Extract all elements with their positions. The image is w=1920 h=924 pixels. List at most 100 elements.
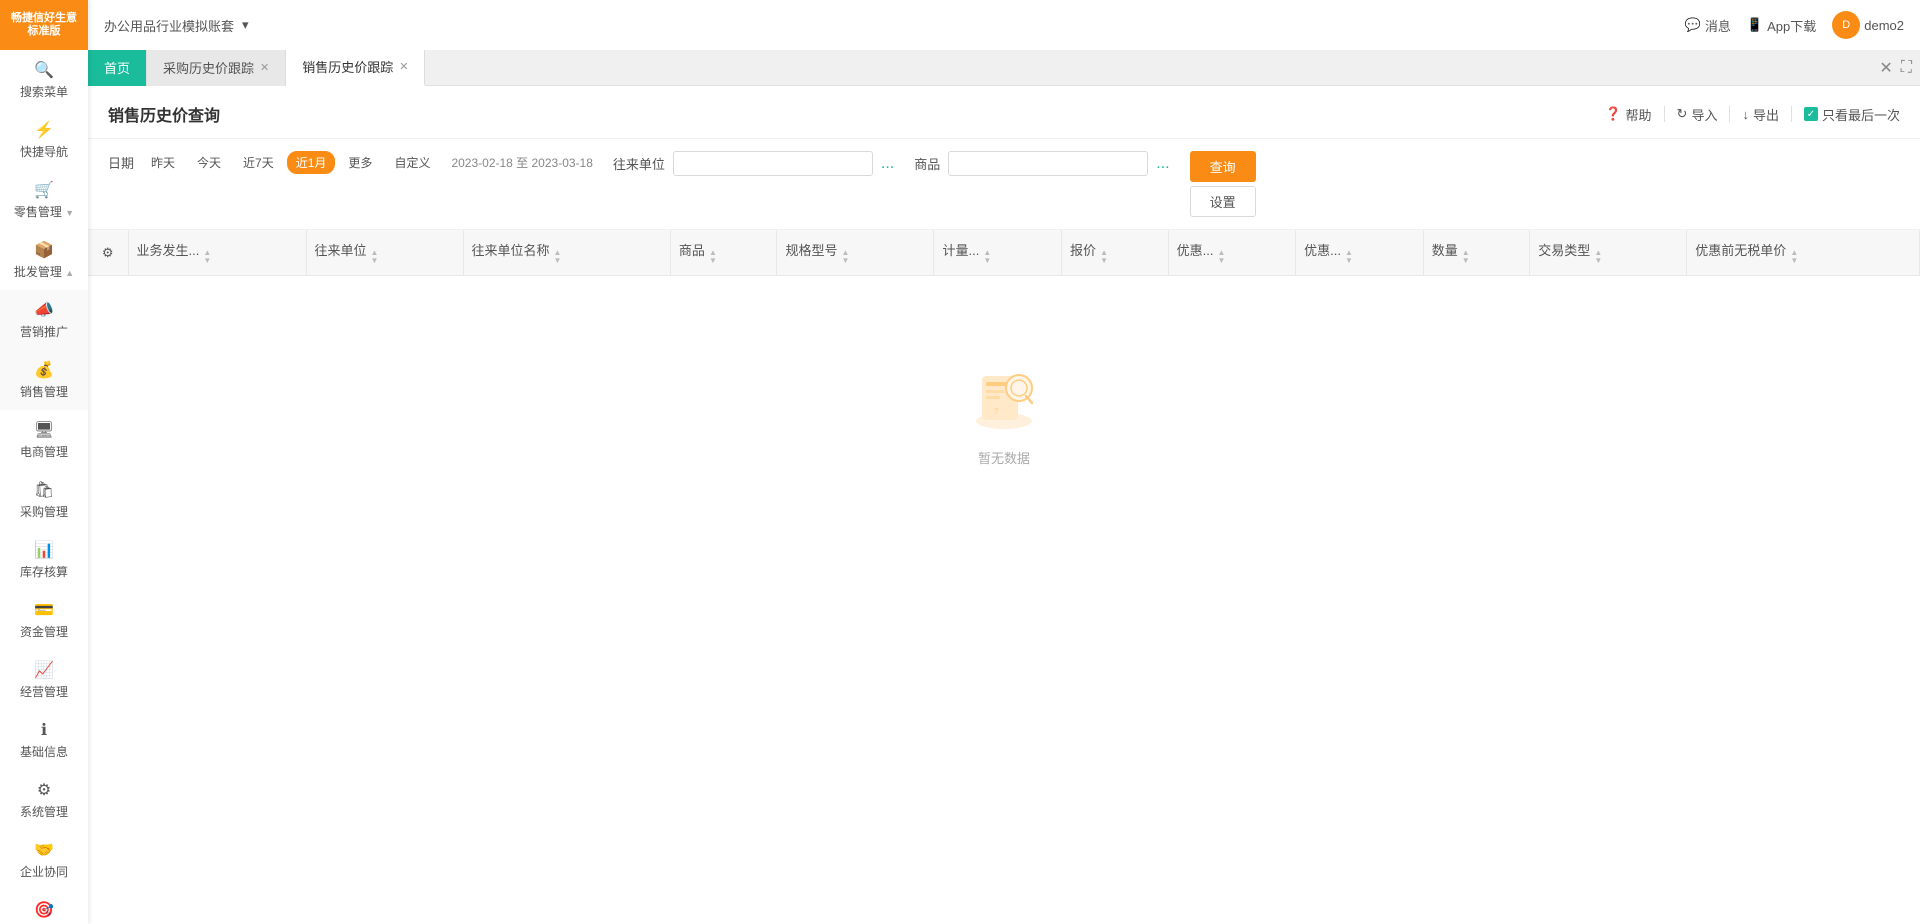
only-last-checkbox[interactable] — [1804, 107, 1818, 121]
sidebar-item-retail-mgmt[interactable]: 🛒零售管理 ▼ — [0, 170, 88, 230]
sidebar-item-operations[interactable]: 📈 经营管理 — [0, 650, 88, 710]
sidebar-icon-system: ⚙ — [37, 780, 51, 800]
tab-close-sales-history[interactable]: ✕ — [399, 60, 408, 73]
sidebar-icon-enterprise: 🤝 — [34, 840, 54, 860]
table-head: ⚙业务发生...▲▼往来单位▲▼往来单位名称▲▼商品▲▼规格型号▲▼计量...▲… — [88, 230, 1920, 276]
sidebar-label-system: 系统管理 — [20, 803, 68, 820]
goods-filter-label: 商品 — [914, 154, 940, 173]
empty-text: 暂无数据 — [978, 448, 1030, 467]
tab-sales-history[interactable]: 销售历史价跟踪✕ — [286, 50, 425, 86]
sidebar-item-sales-mgmt[interactable]: 💰销售管理 — [0, 350, 88, 410]
sidebar-item-ecommerce[interactable]: 🖥 电商管理 — [0, 410, 88, 470]
export-btn[interactable]: ↓ 导出 — [1742, 105, 1779, 124]
fullscreen-icon[interactable]: ⛶ — [1901, 59, 1912, 77]
sidebar-label-ecommerce: 电商管理 — [20, 443, 68, 460]
close-all-tabs-icon[interactable]: ✕ — [1879, 58, 1892, 78]
goods-select-icon[interactable]: ... — [1156, 155, 1169, 173]
sidebar-label-basic-info: 基础信息 — [20, 743, 68, 760]
table-area: ⚙业务发生...▲▼往来单位▲▼往来单位名称▲▼商品▲▼规格型号▲▼计量...▲… — [88, 230, 1920, 924]
empty-illustration: ? — [964, 356, 1044, 436]
sort-icon-goods[interactable]: ▲▼ — [709, 249, 717, 265]
sidebar-item-newbie[interactable]: 🎯新手引导 — [0, 890, 88, 924]
sort-icon-spec[interactable]: ▲▼ — [842, 249, 850, 265]
th-quantity: 数量▲▼ — [1423, 230, 1530, 276]
sort-icon-partner_code[interactable]: ▲▼ — [371, 249, 379, 265]
sidebar-item-basic-info[interactable]: ℹ基础信息 — [0, 710, 88, 770]
gear-icon[interactable]: ⚙ — [102, 245, 114, 260]
tab-purchase-history[interactable]: 采购历史价跟踪 ✕ — [147, 50, 286, 86]
sidebar-icon-quick-nav: ⚡ — [34, 120, 54, 140]
date-btn-今天[interactable]: 今天 — [188, 151, 230, 174]
sort-icon-partner_name[interactable]: ▲▼ — [554, 249, 562, 265]
action-buttons: 查询 设置 — [1190, 151, 1256, 217]
date-buttons: 昨天今天近7天近1月更多自定义 — [142, 151, 439, 174]
tab-close-purchase-history[interactable]: ✕ — [260, 61, 269, 74]
sidebar-item-quick-nav[interactable]: ⚡快捷导航 — [0, 110, 88, 170]
sidebar-icon-finance: 💳 — [34, 600, 54, 620]
th-discount1: 优惠...▲▼ — [1168, 230, 1296, 276]
sort-icon-discount1[interactable]: ▲▼ — [1217, 249, 1225, 265]
tabs-bar: 首页采购历史价跟踪✕销售历史价跟踪✕ ✕ ⛶ — [88, 50, 1920, 86]
sidebar-menu: 🔍 搜索菜单 ⚡快捷导航🛒零售管理 ▼📦批发管理 ▲📣营销推广💰销售管理 🖥 电商管理 🛍… — [0, 50, 88, 924]
sidebar-icon-purchase-mgmt: 🛍 — [34, 480, 54, 500]
sort-icon-trade_type[interactable]: ▲▼ — [1594, 249, 1602, 265]
sidebar-item-finance[interactable]: 💳资金管理 — [0, 590, 88, 650]
date-btn-更多[interactable]: 更多 — [339, 151, 381, 174]
sort-icon-biz_date[interactable]: ▲▼ — [203, 249, 211, 265]
date-btn-近7天[interactable]: 近7天 — [234, 151, 283, 174]
sidebar-item-search-menu[interactable]: 🔍 搜索菜单 — [0, 50, 88, 110]
sidebar-icon-ecommerce: 🖥 — [34, 420, 54, 440]
sidebar-item-purchase-mgmt[interactable]: 🛍采购管理 — [0, 470, 88, 530]
goods-input[interactable] — [948, 151, 1148, 176]
sidebar-icon-wholesale-mgmt: 📦 — [34, 240, 54, 260]
date-btn-自定义[interactable]: 自定义 — [385, 151, 439, 174]
date-range-display: 2023-02-18 至 2023-03-18 — [451, 154, 592, 171]
message-icon: 💬 — [1685, 17, 1701, 33]
only-last-checkbox-label[interactable]: 只看最后一次 — [1804, 105, 1900, 124]
topbar: 办公用品行业模拟账套 ▾ 💬 消息 📱 App下载 D demo2 — [88, 0, 1920, 50]
sidebar-item-marketing[interactable]: 📣营销推广 — [0, 290, 88, 350]
tab-label-purchase-history: 采购历史价跟踪 — [163, 58, 254, 77]
sort-icon-quote[interactable]: ▲▼ — [1100, 249, 1108, 265]
sidebar-icon-operations: 📈 — [34, 660, 54, 680]
help-btn[interactable]: ❓ 帮助 — [1605, 105, 1651, 124]
date-filter-label: 日期 — [108, 153, 134, 172]
th-discount2: 优惠...▲▼ — [1296, 230, 1424, 276]
import-btn[interactable]: ↻ 导入 — [1677, 105, 1718, 124]
sidebar-item-system[interactable]: ⚙ 系统管理 — [0, 770, 88, 830]
sort-icon-discount2[interactable]: ▲▼ — [1345, 249, 1353, 265]
sidebar-item-wholesale-mgmt[interactable]: 📦批发管理 ▲ — [0, 230, 88, 290]
sidebar-icon-newbie: 🎯 — [34, 900, 54, 920]
sidebar: 畅捷信好生意 标准版 🔍 搜索菜单 ⚡快捷导航🛒零售管理 ▼📦批发管理 ▲📣营销推广… — [0, 0, 88, 924]
tab-home[interactable]: 首页 — [88, 50, 147, 86]
page-actions: ❓ 帮助 ↻ 导入 ↓ 导出 只看最后一次 — [1605, 105, 1900, 124]
date-btn-昨天[interactable]: 昨天 — [142, 151, 184, 174]
message-btn[interactable]: 💬 消息 — [1685, 16, 1731, 35]
app-download-icon: 📱 — [1747, 17, 1763, 33]
th-trade_type: 交易类型▲▼ — [1530, 230, 1687, 276]
sort-icon-unit[interactable]: ▲▼ — [983, 249, 991, 265]
sidebar-label-search-menu: 搜索菜单 — [20, 83, 68, 100]
logo-text: 畅捷信好生意 标准版 — [11, 12, 77, 38]
partner-select-icon[interactable]: ... — [881, 155, 894, 173]
sidebar-label-enterprise: 企业协同 — [20, 863, 68, 880]
settings-button[interactable]: 设置 — [1190, 186, 1256, 217]
page-header: 销售历史价查询 ❓ 帮助 ↻ 导入 ↓ 导出 — [88, 86, 1920, 139]
sidebar-label-operations: 经营管理 — [20, 683, 68, 700]
query-button[interactable]: 查询 — [1190, 151, 1256, 182]
user-profile-btn[interactable]: D demo2 — [1832, 11, 1904, 39]
date-btn-近1月[interactable]: 近1月 — [287, 151, 336, 174]
sort-icon-pretax_price[interactable]: ▲▼ — [1790, 249, 1798, 265]
topbar-dropdown[interactable]: ▾ — [242, 17, 249, 33]
table-header-row: ⚙业务发生...▲▼往来单位▲▼往来单位名称▲▼商品▲▼规格型号▲▼计量...▲… — [88, 230, 1920, 276]
partner-input[interactable] — [673, 151, 873, 176]
sidebar-icon-search-menu: 🔍 — [34, 60, 54, 80]
avatar: D — [1832, 11, 1860, 39]
th-quote: 报价▲▼ — [1062, 230, 1169, 276]
app-download-btn[interactable]: 📱 App下载 — [1747, 16, 1816, 35]
sidebar-item-inventory[interactable]: 📊库存核算 — [0, 530, 88, 590]
sidebar-item-enterprise[interactable]: 🤝 企业协同 — [0, 830, 88, 890]
sort-icon-quantity[interactable]: ▲▼ — [1462, 249, 1470, 265]
content-area: 销售历史价查询 ❓ 帮助 ↻ 导入 ↓ 导出 — [88, 86, 1920, 924]
main-area: 办公用品行业模拟账套 ▾ 💬 消息 📱 App下载 D demo2 首页采购历史… — [88, 0, 1920, 924]
